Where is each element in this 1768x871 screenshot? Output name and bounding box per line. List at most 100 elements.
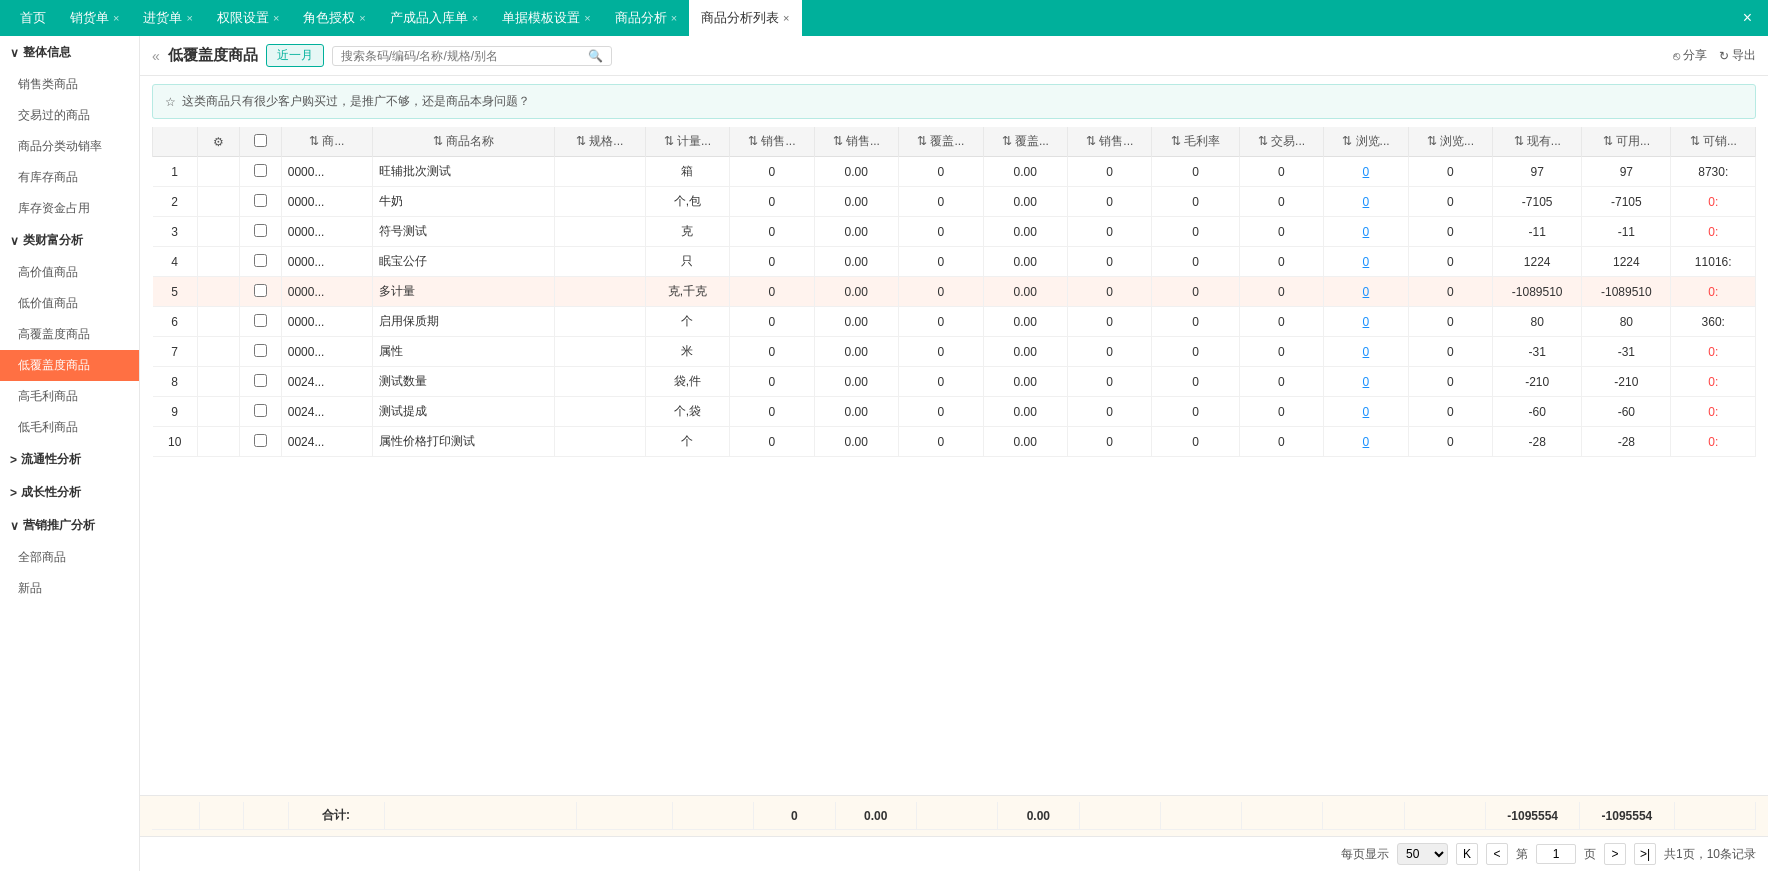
close-purchase-order[interactable]: × bbox=[186, 12, 192, 24]
sidebar-item-low-margin[interactable]: 低毛利商品 bbox=[0, 412, 139, 443]
row-checkbox[interactable] bbox=[254, 344, 267, 357]
row-browse1[interactable]: 0 bbox=[1324, 277, 1408, 307]
row-browse1[interactable]: 0 bbox=[1324, 157, 1408, 187]
row-checkbox[interactable] bbox=[254, 314, 267, 327]
sidebar-item-traded-products[interactable]: 交易过的商品 bbox=[0, 100, 139, 131]
sidebar-item-inventory-products[interactable]: 有库存商品 bbox=[0, 162, 139, 193]
col-saleable-header[interactable]: ⇅ 可销... bbox=[1671, 127, 1756, 157]
sidebar-item-all-products[interactable]: 全部商品 bbox=[0, 542, 139, 573]
col-name-header[interactable]: ⇅ 商品名称 bbox=[372, 127, 554, 157]
close-product-analysis[interactable]: × bbox=[671, 12, 677, 24]
next-page-btn[interactable]: > bbox=[1604, 843, 1626, 865]
row-browse1[interactable]: 0 bbox=[1324, 247, 1408, 277]
col-cover2-header[interactable]: ⇅ 覆盖... bbox=[983, 127, 1067, 157]
sidebar-item-low-coverage[interactable]: 低覆盖度商品 bbox=[0, 350, 139, 381]
sidebar-group-wealth[interactable]: ∨ 类财富分析 bbox=[0, 224, 139, 257]
sidebar-group-overall[interactable]: ∨ 整体信息 bbox=[0, 36, 139, 69]
nav-permission-settings[interactable]: 权限设置 × bbox=[205, 0, 291, 36]
row-check[interactable] bbox=[239, 397, 281, 427]
export-button[interactable]: ↻ 导出 bbox=[1719, 47, 1756, 64]
row-checkbox[interactable] bbox=[254, 284, 267, 297]
row-check[interactable] bbox=[239, 157, 281, 187]
nav-finished-goods[interactable]: 产成品入库单 × bbox=[378, 0, 490, 36]
row-checkbox[interactable] bbox=[254, 404, 267, 417]
close-product-analysis-list[interactable]: × bbox=[783, 12, 789, 24]
row-browse1[interactable]: 0 bbox=[1324, 337, 1408, 367]
search-input[interactable] bbox=[341, 49, 588, 63]
row-check[interactable] bbox=[239, 337, 281, 367]
sidebar-item-high-value[interactable]: 高价值商品 bbox=[0, 257, 139, 288]
nav-template-settings[interactable]: 单据模板设置 × bbox=[490, 0, 602, 36]
col-grossrate-header[interactable]: ⇅ 毛利率 bbox=[1152, 127, 1239, 157]
last-page-btn[interactable]: >| bbox=[1634, 843, 1656, 865]
row-browse1[interactable]: 0 bbox=[1324, 187, 1408, 217]
row-checkbox[interactable] bbox=[254, 434, 267, 447]
page-size-select[interactable]: 50 100 200 bbox=[1397, 843, 1448, 865]
row-checkbox[interactable] bbox=[254, 374, 267, 387]
nav-sales-order[interactable]: 销货单 × bbox=[58, 0, 131, 36]
row-checkbox[interactable] bbox=[254, 254, 267, 267]
sidebar-item-inventory-capital[interactable]: 库存资金占用 bbox=[0, 193, 139, 224]
filter-recent-month[interactable]: 近一月 bbox=[266, 44, 324, 67]
col-browse1-header[interactable]: ⇅ 浏览... bbox=[1324, 127, 1408, 157]
first-page-btn[interactable]: K bbox=[1456, 843, 1478, 865]
sidebar-item-category-rate[interactable]: 商品分类动销率 bbox=[0, 131, 139, 162]
select-all-checkbox[interactable] bbox=[254, 134, 267, 147]
table-container[interactable]: ⚙ ⇅ 商... ⇅ 商品名称 ⇅ 规格... ⇅ 计量... bbox=[140, 127, 1768, 795]
sidebar-item-low-value[interactable]: 低价值商品 bbox=[0, 288, 139, 319]
row-browse1[interactable]: 0 bbox=[1324, 307, 1408, 337]
nav-role-auth[interactable]: 角色授权 × bbox=[291, 0, 377, 36]
share-button[interactable]: ⎋ 分享 bbox=[1673, 47, 1707, 64]
row-checkbox[interactable] bbox=[254, 164, 267, 177]
row-browse1[interactable]: 0 bbox=[1324, 217, 1408, 247]
row-check[interactable] bbox=[239, 277, 281, 307]
col-sales3-header[interactable]: ⇅ 销售... bbox=[1067, 127, 1151, 157]
row-check[interactable] bbox=[239, 307, 281, 337]
col-trade-header[interactable]: ⇅ 交易... bbox=[1239, 127, 1323, 157]
sidebar-item-new-products[interactable]: 新品 bbox=[0, 573, 139, 604]
close-all-tabs[interactable]: × bbox=[1735, 9, 1760, 27]
row-check[interactable] bbox=[239, 247, 281, 277]
search-icon[interactable]: 🔍 bbox=[588, 49, 603, 63]
row-checkbox[interactable] bbox=[254, 224, 267, 237]
col-code-header[interactable]: ⇅ 商... bbox=[281, 127, 372, 157]
page-number-input[interactable] bbox=[1536, 844, 1576, 864]
sidebar-item-high-coverage[interactable]: 高覆盖度商品 bbox=[0, 319, 139, 350]
row-check[interactable] bbox=[239, 427, 281, 457]
col-spec-header[interactable]: ⇅ 规格... bbox=[554, 127, 645, 157]
close-template-settings[interactable]: × bbox=[584, 12, 590, 24]
sidebar-group-flow[interactable]: > 流通性分析 bbox=[0, 443, 139, 476]
nav-purchase-order[interactable]: 进货单 × bbox=[131, 0, 204, 36]
close-permission-settings[interactable]: × bbox=[273, 12, 279, 24]
col-salesamt-header[interactable]: ⇅ 销售... bbox=[814, 127, 898, 157]
page-suffix: 页 bbox=[1584, 846, 1596, 863]
row-browse1[interactable]: 0 bbox=[1324, 367, 1408, 397]
col-available-header[interactable]: ⇅ 可用... bbox=[1582, 127, 1671, 157]
nav-product-analysis[interactable]: 商品分析 × bbox=[603, 0, 689, 36]
col-check-header[interactable] bbox=[239, 127, 281, 157]
nav-product-analysis-list[interactable]: 商品分析列表 × bbox=[689, 0, 801, 36]
row-browse1[interactable]: 0 bbox=[1324, 397, 1408, 427]
close-role-auth[interactable]: × bbox=[359, 12, 365, 24]
close-finished-goods[interactable]: × bbox=[472, 12, 478, 24]
col-unit-header[interactable]: ⇅ 计量... bbox=[645, 127, 729, 157]
row-browse1[interactable]: 0 bbox=[1324, 427, 1408, 457]
col-cover1-header[interactable]: ⇅ 覆盖... bbox=[899, 127, 983, 157]
row-code: 0000... bbox=[281, 217, 372, 247]
col-browse2-header[interactable]: ⇅ 浏览... bbox=[1408, 127, 1492, 157]
prev-page-btn[interactable]: < bbox=[1486, 843, 1508, 865]
col-salesqty-header[interactable]: ⇅ 销售... bbox=[730, 127, 814, 157]
sidebar-item-high-margin[interactable]: 高毛利商品 bbox=[0, 381, 139, 412]
row-checkbox[interactable] bbox=[254, 194, 267, 207]
sidebar-group-marketing[interactable]: ∨ 营销推广分析 bbox=[0, 509, 139, 542]
close-sales-order[interactable]: × bbox=[113, 12, 119, 24]
collapse-sidebar-btn[interactable]: « bbox=[152, 48, 160, 64]
sidebar-group-growth[interactable]: > 成长性分析 bbox=[0, 476, 139, 509]
col-current-header[interactable]: ⇅ 现有... bbox=[1493, 127, 1582, 157]
row-check[interactable] bbox=[239, 217, 281, 247]
sidebar-item-sales-products[interactable]: 销售类商品 bbox=[0, 69, 139, 100]
nav-home[interactable]: 首页 bbox=[8, 0, 58, 36]
row-check[interactable] bbox=[239, 187, 281, 217]
col-settings-header[interactable]: ⚙ bbox=[197, 127, 239, 157]
row-check[interactable] bbox=[239, 367, 281, 397]
